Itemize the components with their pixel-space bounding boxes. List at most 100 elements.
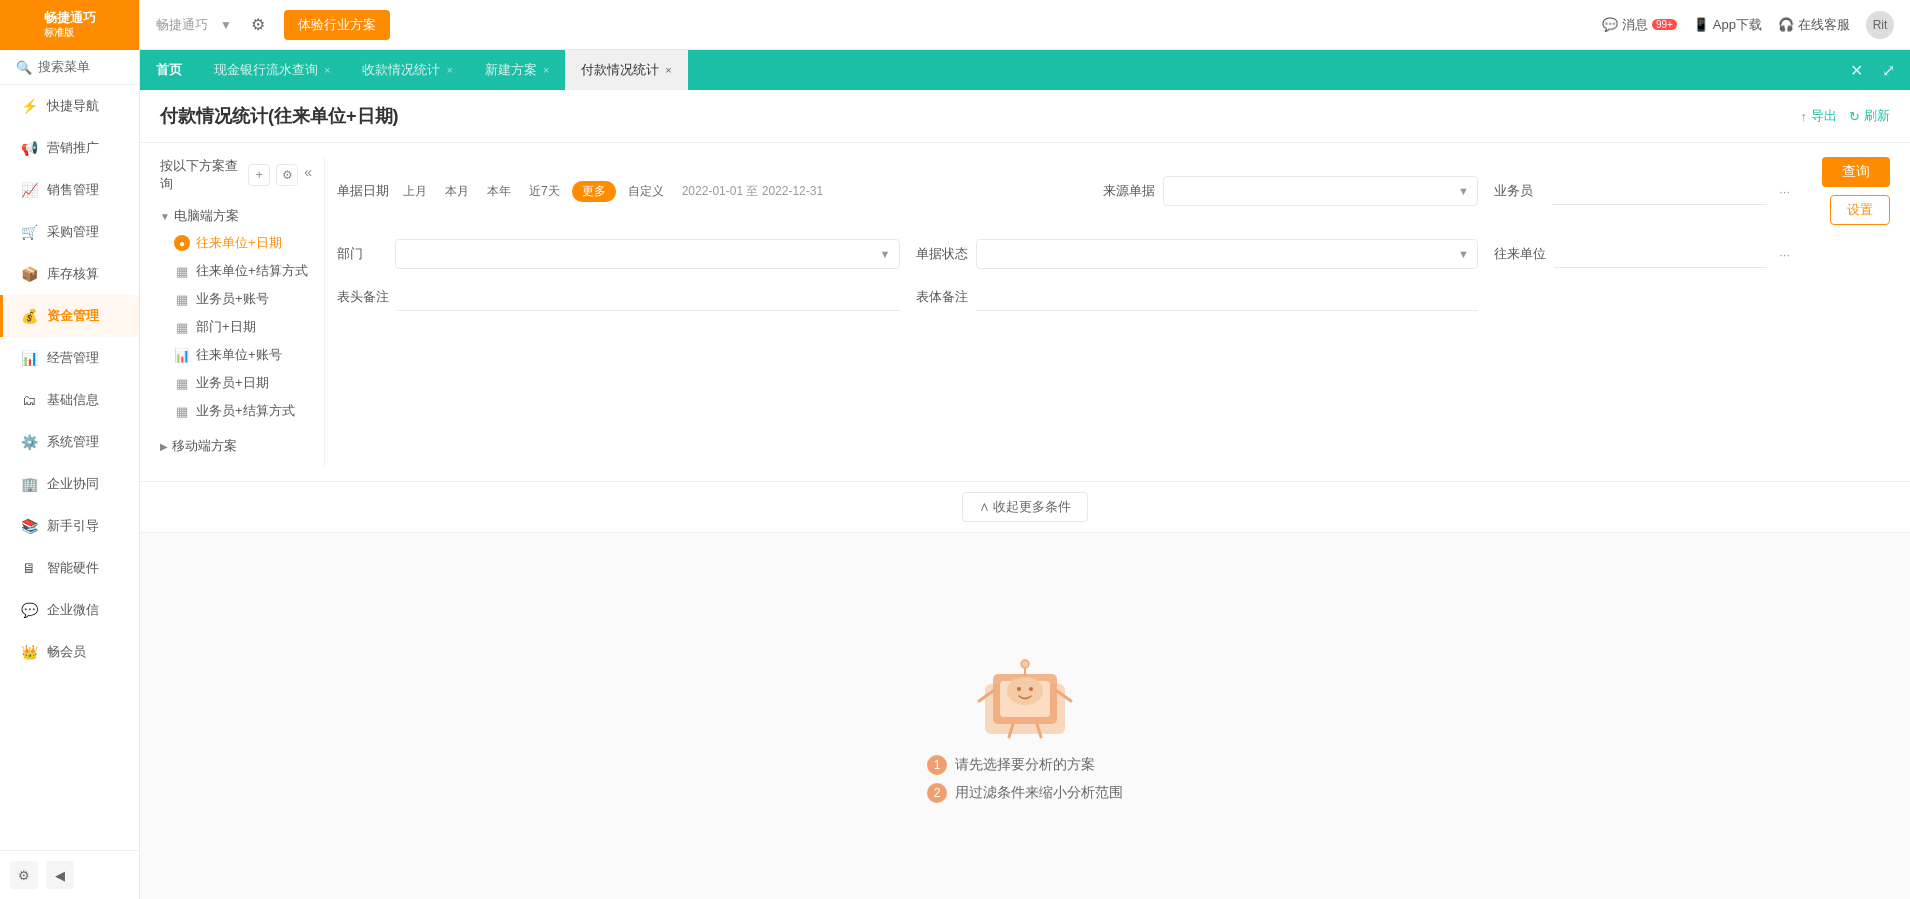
solution-label: 往来单位+账号: [196, 346, 282, 364]
topbar-actions: 💬 消息 99+ 📱 App下载 🎧 在线客服 Rit: [1602, 11, 1894, 39]
trial-btn[interactable]: 体验行业方案: [284, 10, 390, 40]
topbar-gear-btn[interactable]: ⚙: [244, 11, 272, 39]
close-icon[interactable]: ×: [446, 64, 452, 76]
tab-payment[interactable]: 付款情况统计 ×: [565, 50, 687, 90]
close-all-tabs-btn[interactable]: ✕: [1844, 61, 1868, 80]
source-chevron-icon: ▼: [1458, 185, 1469, 197]
date-btn-this-month[interactable]: 本月: [439, 181, 475, 202]
sidebar-item-operation[interactable]: 📊 经营管理: [0, 337, 139, 379]
sidebar-item-finance[interactable]: 💰 资金管理: [0, 295, 139, 337]
solution-item-staff-settle[interactable]: ▦ 业务员+结算方式: [160, 397, 312, 425]
staff-dots[interactable]: ···: [1775, 184, 1794, 199]
expand-tabs-btn[interactable]: ⤢: [1876, 61, 1900, 80]
topbar-user[interactable]: Rit: [1866, 11, 1894, 39]
mobile-section-header[interactable]: ▶ 移动端方案: [160, 433, 312, 459]
tab-receipt-label: 收款情况统计: [362, 61, 440, 79]
solution-label: 业务员+结算方式: [196, 402, 295, 420]
unit-input[interactable]: [1554, 240, 1767, 268]
solution-item-unit-account[interactable]: 📊 往来单位+账号: [160, 341, 312, 369]
sidebar-item-label: 营销推广: [47, 139, 99, 157]
sidebar-item-label: 系统管理: [47, 433, 99, 451]
solution-label: 部门+日期: [196, 318, 256, 336]
service-icon: 🎧: [1778, 17, 1794, 32]
sidebar-item-purchase[interactable]: 🛒 采购管理: [0, 211, 139, 253]
tab-home[interactable]: 首页: [140, 50, 198, 90]
empty-texts: 1 请先选择要分析的方案 2 用过滤条件来缩小分析范围: [927, 755, 1123, 803]
table-note-input[interactable]: [397, 283, 900, 311]
online-service-btn[interactable]: 🎧 在线客服: [1778, 16, 1850, 34]
sidebar-item-label: 新手引导: [47, 517, 99, 535]
message-badge: 99+: [1652, 19, 1677, 30]
solution-label: 往来单位+结算方式: [196, 262, 308, 280]
sidebar-item-enterprise[interactable]: 🏢 企业协同: [0, 463, 139, 505]
tab-new-plan-label: 新建方案: [485, 61, 537, 79]
solution-label: 往来单位+日期: [196, 234, 282, 252]
sidebar-item-member[interactable]: 👑 畅会员: [0, 631, 139, 673]
date-btn-more[interactable]: 更多: [572, 181, 616, 202]
sidebar-item-hardware[interactable]: 🖥 智能硬件: [0, 547, 139, 589]
date-btn-7days[interactable]: 近7天: [523, 181, 566, 202]
source-select[interactable]: ▼: [1163, 176, 1478, 206]
sidebar-settings-btn[interactable]: ⚙: [10, 861, 38, 889]
panel-settings-btn[interactable]: ⚙: [276, 164, 298, 186]
mobile-arrow-icon: ▶: [160, 441, 168, 452]
solution-item-unit-date[interactable]: ● 往来单位+日期: [160, 229, 312, 257]
app-download-label: App下载: [1713, 16, 1762, 34]
messages-btn[interactable]: 💬 消息 99+: [1602, 16, 1677, 34]
filter-row-1: 单据日期 上月 本月 本年 近7天 更多 自定义 2022-01-01 至 20…: [337, 157, 1890, 225]
sidebar-item-label: 快捷导航: [47, 97, 99, 115]
topbar-brand-name: 畅捷通巧: [156, 16, 208, 34]
date-btn-this-year[interactable]: 本年: [481, 181, 517, 202]
filter-settings-btn[interactable]: 设置: [1830, 195, 1890, 225]
close-icon[interactable]: ×: [543, 64, 549, 76]
unit-dots[interactable]: ···: [1775, 247, 1794, 262]
date-btn-custom[interactable]: 自定义: [622, 181, 670, 202]
tab-bank[interactable]: 现金银行流水查询 ×: [198, 50, 346, 90]
collapse-more-btn[interactable]: ∧ 收起更多条件: [962, 492, 1089, 522]
content-area: 付款情况统计(往来单位+日期) ↑ 导出 ↻ 刷新 按以下方案查询: [140, 90, 1910, 899]
export-btn[interactable]: ↑ 导出: [1801, 107, 1838, 125]
solution-item-staff-account[interactable]: ▦ 业务员+账号: [160, 285, 312, 313]
pc-section-header[interactable]: ▼ 电脑端方案: [160, 203, 312, 229]
sidebar-item-marketing[interactable]: 📢 营销推广: [0, 127, 139, 169]
solution-item-staff-date[interactable]: ▦ 业务员+日期: [160, 369, 312, 397]
unit-label: 往来单位: [1494, 245, 1546, 263]
unit-input-container: [1554, 240, 1767, 268]
solution-item-unit-settle[interactable]: ▦ 往来单位+结算方式: [160, 257, 312, 285]
tab-new-plan[interactable]: 新建方案 ×: [469, 50, 565, 90]
body-note-input[interactable]: [976, 283, 1479, 311]
svg-point-3: [1007, 677, 1043, 705]
sidebar-item-sales[interactable]: 📈 销售管理: [0, 169, 139, 211]
search-menu[interactable]: 🔍 搜索菜单: [0, 50, 139, 85]
inventory-icon: 📦: [19, 266, 39, 282]
query-btn[interactable]: 查询: [1822, 157, 1890, 187]
sidebar-item-system[interactable]: ⚙️ 系统管理: [0, 421, 139, 463]
date-btn-last-month[interactable]: 上月: [397, 181, 433, 202]
app-download-btn[interactable]: 📱 App下载: [1693, 16, 1762, 34]
sidebar-item-label: 资金管理: [47, 307, 99, 325]
close-icon[interactable]: ×: [324, 64, 330, 76]
nav-tabs-right: ✕ ⤢: [1834, 50, 1910, 90]
solution-item-dept-date[interactable]: ▦ 部门+日期: [160, 313, 312, 341]
sidebar-item-basic[interactable]: 🗂 基础信息: [0, 379, 139, 421]
doc-status-select[interactable]: ▼: [976, 239, 1479, 269]
sidebar-item-inventory[interactable]: 📦 库存核算: [0, 253, 139, 295]
svg-point-5: [1029, 687, 1033, 691]
filter-group-date: 单据日期 上月 本月 本年 近7天 更多 自定义 2022-01-01 至 20…: [337, 181, 1087, 202]
finance-icon: 💰: [19, 308, 39, 324]
sidebar-item-guide[interactable]: 📚 新手引导: [0, 505, 139, 547]
sidebar-item-wechat[interactable]: 💬 企业微信: [0, 589, 139, 631]
add-solution-btn[interactable]: +: [248, 164, 270, 186]
sidebar-collapse-btn[interactable]: ◀: [46, 861, 74, 889]
refresh-btn[interactable]: ↻ 刷新: [1849, 107, 1890, 125]
close-icon[interactable]: ×: [665, 64, 671, 76]
messages-label: 消息: [1622, 16, 1648, 34]
marketing-icon: 📢: [19, 140, 39, 156]
dept-select[interactable]: ▼: [395, 239, 900, 269]
tab-receipt[interactable]: 收款情况统计 ×: [346, 50, 468, 90]
empty-tip-2: 2 用过滤条件来缩小分析范围: [927, 783, 1123, 803]
empty-illustration: [965, 629, 1085, 739]
panel-collapse-btn[interactable]: «: [304, 164, 312, 186]
staff-input[interactable]: [1552, 177, 1767, 205]
sidebar-item-quick-nav[interactable]: ⚡ 快捷导航: [0, 85, 139, 127]
